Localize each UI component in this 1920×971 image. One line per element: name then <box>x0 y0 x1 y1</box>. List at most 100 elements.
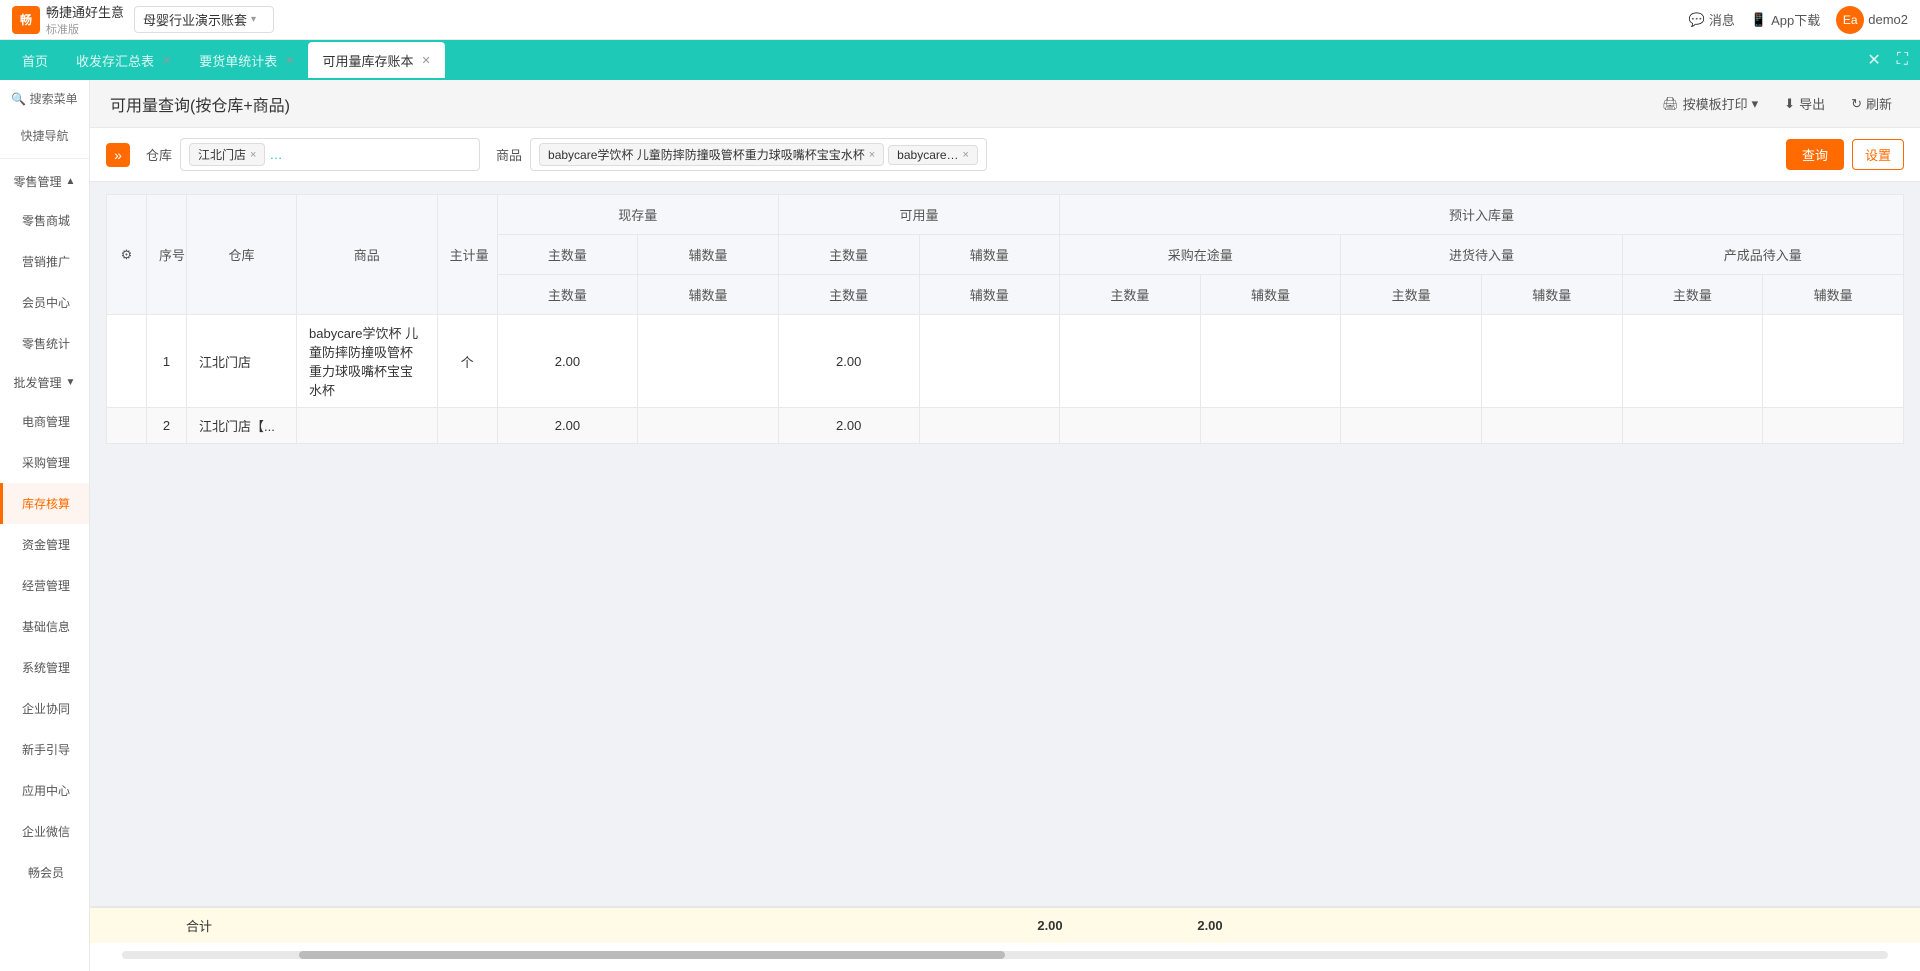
print-dropdown-icon: ▾ <box>1752 96 1759 112</box>
sidebar-item-qiyeweixin[interactable]: 企业微信 <box>0 811 89 852</box>
refresh-button[interactable]: ↻ 刷新 <box>1843 90 1900 117</box>
sidebar-item-pifa[interactable]: 批发管理 ▼ <box>0 364 89 401</box>
th-product: 商品 <box>297 195 438 315</box>
sidebar-item-dianshang[interactable]: 电商管理 <box>0 401 89 442</box>
tab-close-yaohuo[interactable]: ✕ <box>285 54 294 67</box>
warehouse-tag-close[interactable]: × <box>250 149 256 161</box>
warehouse-input[interactable]: 江北门店 × … <box>180 138 480 171</box>
th-stock-group: 现存量 <box>497 195 778 235</box>
sidebar-item-huiyuan[interactable]: 会员中心 <box>0 282 89 323</box>
message-icon: 💬 <box>1689 12 1705 28</box>
th-unit: 主计量 <box>437 195 497 315</box>
total-avail-main: 2.00 <box>1170 918 1250 933</box>
table-row: 1 江北门店 babycare学饮杯 儿童防摔防撞吸管杯重力球吸嘴杯宝宝水杯 个… <box>107 315 1904 408</box>
th-stock-aux: 辅数量 <box>638 235 779 275</box>
sidebar-item-jichu[interactable]: 基础信息 <box>0 606 89 647</box>
sidebar-item-zijin[interactable]: 资金管理 <box>0 524 89 565</box>
expand-icon: ▲ <box>66 176 76 187</box>
scrollbar-thumb[interactable] <box>299 951 1005 959</box>
filter-actions: 查询 设置 <box>1786 139 1904 170</box>
tab-yaohuo[interactable]: 要货单统计表 ✕ <box>185 42 308 78</box>
sidebar: 🔍 搜索菜单 快捷导航 零售管理 ▲ 零售商城 营销推广 会员中心 零售统计 批… <box>0 80 90 971</box>
query-button[interactable]: 查询 <box>1786 139 1844 170</box>
product-tag-1-close[interactable]: × <box>869 149 875 161</box>
th-tm: 主数量 <box>1341 275 1482 315</box>
total-stock-main: 2.00 <box>1010 918 1090 933</box>
sidebar-item-yingxiao[interactable]: 营销推广 <box>0 241 89 282</box>
sidebar-item-jingying[interactable]: 经营管理 <box>0 565 89 606</box>
table-area: ⚙ 序号 仓库 商品 主计量 <box>90 182 1920 906</box>
th-transit-group: 进货待入量 <box>1341 235 1622 275</box>
brand-logo: 畅 畅捷通好生意 标准版 <box>12 2 124 37</box>
horizontal-scrollbar[interactable] <box>122 951 1888 959</box>
product-tag-1: babycare学饮杯 儿童防摔防撞吸管杯重力球吸嘴杯宝宝水杯 × <box>539 143 884 166</box>
export-button[interactable]: ⬇ 导出 <box>1776 90 1833 117</box>
th-sa2: 辅数量 <box>638 275 779 315</box>
product-tag-2: babycare… × <box>888 145 978 165</box>
refresh-icon: ↻ <box>1851 96 1862 112</box>
sidebar-search[interactable]: 🔍 搜索菜单 <box>0 80 89 117</box>
th-ta: 辅数量 <box>1482 275 1623 315</box>
message-button[interactable]: 💬 消息 <box>1689 10 1735 29</box>
th-settings[interactable]: ⚙ <box>107 195 147 315</box>
brand-icon: 畅 <box>12 6 40 34</box>
sidebar-item-kucun[interactable]: 库存核算 <box>0 483 89 524</box>
warehouse-more[interactable]: … <box>269 147 282 162</box>
th-avail-aux: 辅数量 <box>919 235 1060 275</box>
tab-close-keyongliang[interactable]: ✕ <box>422 54 431 67</box>
th-sm2: 主数量 <box>497 275 638 315</box>
top-bar-left: 畅 畅捷通好生意 标准版 母婴行业演示账套 ▾ <box>12 2 274 37</box>
tab-keyongliang[interactable]: 可用量库存账本 ✕ <box>308 42 444 78</box>
th-pa: 辅数量 <box>1200 275 1341 315</box>
settings-button[interactable]: 设置 <box>1852 139 1904 170</box>
filter-bar: » 仓库 江北门店 × … 商品 babycare学饮杯 儿童防摔防撞吸管杯重力… <box>90 128 1920 182</box>
th-incoming-group: 预计入库量 <box>1060 195 1904 235</box>
tab-expand-button[interactable]: ⛶ <box>1893 47 1912 73</box>
filter-expand-button[interactable]: » <box>106 143 130 167</box>
account-dropdown[interactable]: 母婴行业演示账套 ▾ <box>134 6 274 33</box>
sidebar-item-tongji[interactable]: 零售统计 <box>0 323 89 364</box>
sidebar-item-shangcheng[interactable]: 零售商城 <box>0 200 89 241</box>
total-row: 合计 2.00 2.00 <box>90 907 1920 943</box>
sidebar-item-qiye[interactable]: 企业协同 <box>0 688 89 729</box>
main-layout: 🔍 搜索菜单 快捷导航 零售管理 ▲ 零售商城 营销推广 会员中心 零售统计 批… <box>0 80 1920 971</box>
th-purchase-group: 采购在途量 <box>1060 235 1341 275</box>
tab-bar-controls: ✕ ⛶ <box>1863 46 1912 74</box>
warehouse-filter: 仓库 江北门店 × … <box>146 138 480 171</box>
warehouse-label: 仓库 <box>146 145 172 164</box>
tab-shoufazheng[interactable]: 收发存汇总表 ✕ <box>62 42 185 78</box>
data-table: ⚙ 序号 仓库 商品 主计量 <box>106 194 1904 444</box>
sidebar-item-lingchou[interactable]: 零售管理 ▲ <box>0 163 89 200</box>
warehouse-tag: 江北门店 × <box>189 143 265 166</box>
sidebar-item-caigou[interactable]: 采购管理 <box>0 442 89 483</box>
table-row: 2 江北门店【... 2.00 2.00 <box>107 408 1904 444</box>
top-bar: 畅 畅捷通好生意 标准版 母婴行业演示账套 ▾ 💬 消息 📱 App下载 Ea … <box>0 0 1920 40</box>
product-input[interactable]: babycare学饮杯 儿童防摔防撞吸管杯重力球吸嘴杯宝宝水杯 × babyca… <box>530 138 987 171</box>
export-icon: ⬇ <box>1784 96 1795 112</box>
total-label: 合计 <box>186 916 296 935</box>
th-warehouse: 仓库 <box>187 195 297 315</box>
sidebar-item-yingyong[interactable]: 应用中心 <box>0 770 89 811</box>
avatar: Ea <box>1836 6 1864 34</box>
print-button[interactable]: 🖨 按模板打印 ▾ <box>1654 90 1766 117</box>
product-filter: 商品 babycare学饮杯 儿童防摔防撞吸管杯重力球吸嘴杯宝宝水杯 × bab… <box>496 138 987 171</box>
sidebar-item-xitong[interactable]: 系统管理 <box>0 647 89 688</box>
tab-close-all-button[interactable]: ✕ <box>1863 46 1884 74</box>
sidebar-item-xinshou[interactable]: 新手引导 <box>0 729 89 770</box>
print-icon: 🖨 <box>1662 96 1679 112</box>
sidebar-quick-nav[interactable]: 快捷导航 <box>0 117 89 154</box>
app-icon: 📱 <box>1751 12 1767 28</box>
tab-home[interactable]: 首页 <box>8 42 62 78</box>
brand-name: 畅捷通好生意 <box>46 2 124 21</box>
app-download-button[interactable]: 📱 App下载 <box>1751 10 1820 29</box>
user-menu[interactable]: Ea demo2 <box>1836 6 1908 34</box>
tab-close-shoufazheng[interactable]: ✕ <box>162 54 171 67</box>
product-tag-2-close[interactable]: × <box>963 149 969 161</box>
page-header: 可用量查询(按仓库+商品) 🖨 按模板打印 ▾ ⬇ 导出 ↻ 刷新 <box>90 80 1920 128</box>
page-actions: 🖨 按模板打印 ▾ ⬇ 导出 ↻ 刷新 <box>1654 90 1900 117</box>
sidebar-item-changhyuan[interactable]: 畅会员 <box>0 852 89 893</box>
page-title: 可用量查询(按仓库+商品) <box>110 92 290 116</box>
th-avail-group: 可用量 <box>778 195 1059 235</box>
th-pra: 辅数量 <box>1763 275 1904 315</box>
expand-icon-pifa: ▼ <box>66 377 76 388</box>
